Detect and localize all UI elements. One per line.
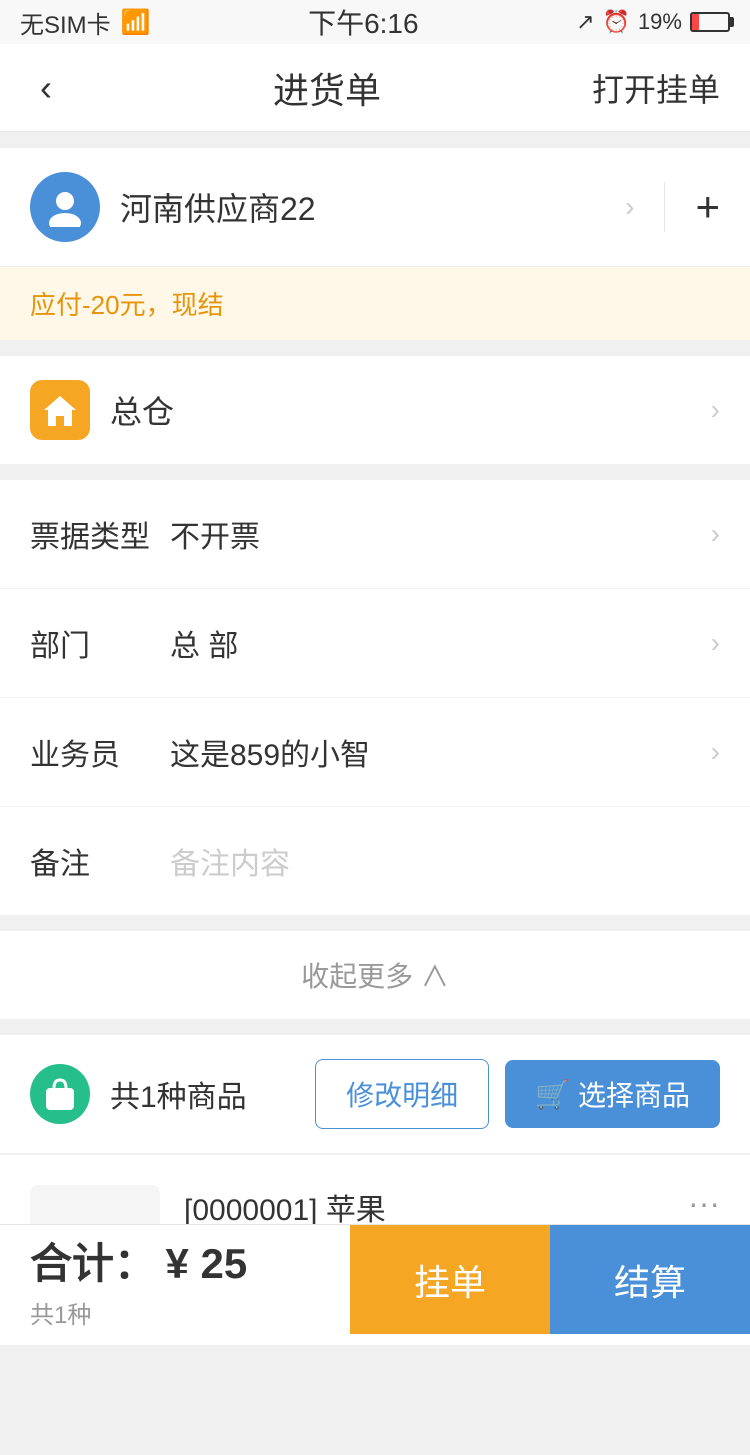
collapse-label: 收起更多 ∧ bbox=[301, 961, 449, 992]
supplier-chevron-icon: › bbox=[625, 191, 634, 223]
user-icon bbox=[45, 187, 85, 227]
edit-detail-button[interactable]: 修改明细 bbox=[315, 1059, 489, 1129]
select-product-label: 选择商品 bbox=[578, 1074, 690, 1114]
select-product-icon: 🛒 bbox=[535, 1078, 570, 1111]
time-label: 下午6:16 bbox=[308, 2, 419, 42]
bag-icon bbox=[42, 1076, 78, 1112]
department-chevron-icon: › bbox=[711, 627, 720, 659]
bottom-bar: 合计： ¥ 25 共1种 挂单 结算 bbox=[0, 1224, 750, 1334]
supplier-avatar bbox=[30, 172, 100, 242]
warehouse-chevron-icon: › bbox=[711, 394, 720, 426]
status-right: ↗ ⏰ 19% bbox=[576, 9, 730, 35]
department-label: 部门 bbox=[30, 621, 170, 665]
notice-bar: 应付-20元，现结 bbox=[0, 267, 750, 340]
wifi-icon: 📶 bbox=[121, 8, 151, 37]
total-section: 合计： ¥ 25 共1种 bbox=[0, 1230, 350, 1330]
back-button[interactable]: ‹ bbox=[30, 57, 62, 119]
select-product-button[interactable]: 🛒 选择商品 bbox=[505, 1060, 720, 1128]
warehouse-name: 总仓 bbox=[110, 387, 711, 433]
total-value: ¥ 25 bbox=[165, 1240, 247, 1287]
divider bbox=[664, 182, 665, 232]
product-bag-icon bbox=[30, 1064, 90, 1124]
department-row[interactable]: 部门 总 部 › bbox=[0, 589, 750, 698]
status-left: 无SIM卡 📶 bbox=[20, 5, 151, 40]
supplier-row[interactable]: 河南供应商22 › + bbox=[0, 148, 750, 267]
remark-row[interactable]: 备注 备注内容 bbox=[0, 807, 750, 915]
add-supplier-button[interactable]: + bbox=[695, 183, 720, 231]
status-bar: 无SIM卡 📶 下午6:16 ↗ ⏰ 19% bbox=[0, 0, 750, 44]
hold-button[interactable]: 挂单 bbox=[350, 1225, 550, 1334]
collapse-bar[interactable]: 收起更多 ∧ bbox=[0, 931, 750, 1019]
invoice-chevron-icon: › bbox=[711, 518, 720, 550]
salesman-value: 这是859的小智 bbox=[170, 730, 711, 774]
battery-icon bbox=[690, 12, 730, 32]
total-count: 共1种 bbox=[30, 1295, 320, 1330]
salesman-label: 业务员 bbox=[30, 730, 170, 774]
nav-bar: ‹ 进货单 打开挂单 bbox=[0, 44, 750, 132]
total-amount: 合计： ¥ 25 bbox=[30, 1230, 320, 1291]
salesman-chevron-icon: › bbox=[711, 736, 720, 768]
product-more-button[interactable]: ··· bbox=[688, 1185, 720, 1222]
notice-text: 应付-20元，现结 bbox=[30, 290, 224, 320]
salesman-row[interactable]: 业务员 这是859的小智 › bbox=[0, 698, 750, 807]
supplier-section: 河南供应商22 › + 应付-20元，现结 bbox=[0, 148, 750, 340]
bottom-spacer bbox=[0, 1345, 750, 1455]
product-count-label: 共1种商品 bbox=[110, 1072, 315, 1116]
supplier-name: 河南供应商22 bbox=[120, 184, 625, 230]
invoice-row[interactable]: 票据类型 不开票 › bbox=[0, 480, 750, 589]
battery-fill bbox=[692, 14, 699, 30]
remark-input[interactable]: 备注内容 bbox=[170, 839, 720, 883]
carrier-label: 无SIM卡 bbox=[20, 5, 111, 40]
battery-label: 19% bbox=[638, 9, 682, 35]
product-header: 共1种商品 修改明细 🛒 选择商品 bbox=[0, 1035, 750, 1153]
invoice-value: 不开票 bbox=[170, 512, 711, 556]
home-icon bbox=[42, 392, 78, 428]
department-value: 总 部 bbox=[170, 621, 711, 665]
location-icon: ↗ bbox=[576, 9, 594, 35]
warehouse-row[interactable]: 总仓 › bbox=[0, 356, 750, 464]
supplier-actions: › + bbox=[625, 182, 720, 232]
open-pending-button[interactable]: 打开挂单 bbox=[592, 65, 720, 111]
product-name: 苹果 bbox=[326, 1194, 386, 1227]
remark-label: 备注 bbox=[30, 839, 170, 883]
warehouse-section: 总仓 › bbox=[0, 356, 750, 464]
invoice-label: 票据类型 bbox=[30, 512, 170, 556]
total-label: 合计： bbox=[30, 1240, 156, 1287]
page-title: 进货单 bbox=[273, 62, 381, 114]
product-id: [0000001] bbox=[184, 1194, 317, 1227]
product-title: [0000001] 苹果 bbox=[184, 1185, 664, 1229]
checkout-button[interactable]: 结算 bbox=[550, 1225, 750, 1334]
alarm-icon: ⏰ bbox=[603, 9, 630, 35]
form-section: 票据类型 不开票 › 部门 总 部 › 业务员 这是859的小智 › 备注 备注… bbox=[0, 480, 750, 915]
warehouse-icon bbox=[30, 380, 90, 440]
